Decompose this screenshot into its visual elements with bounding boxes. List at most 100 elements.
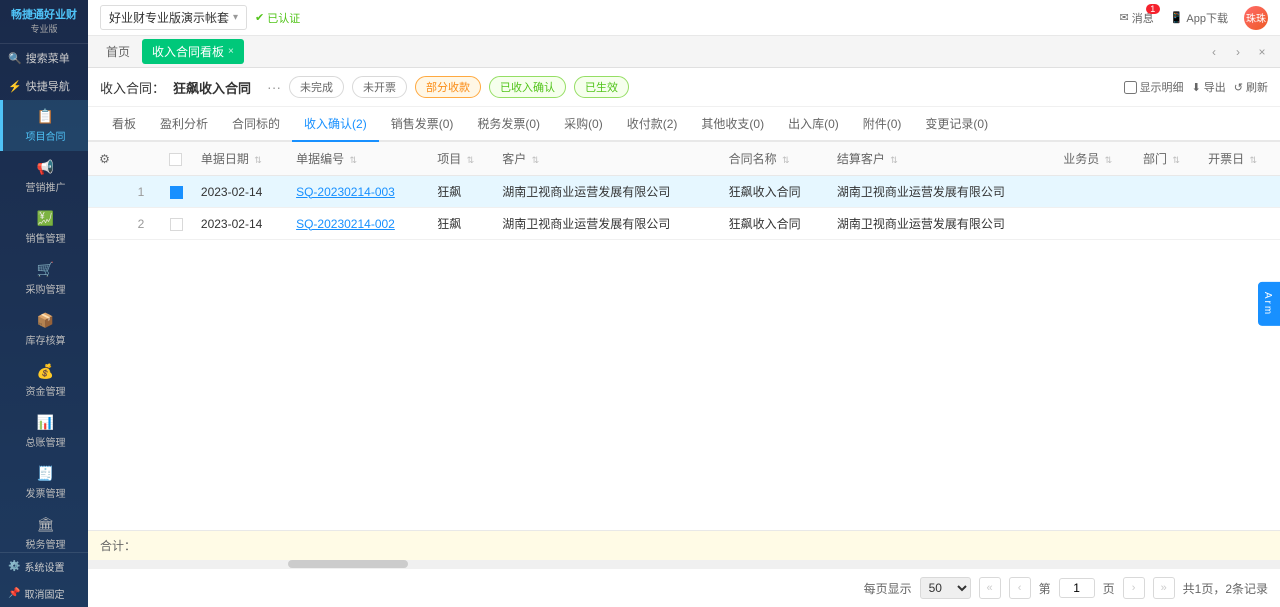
tab-warehouse[interactable]: 出入库(0) [776,107,851,142]
sidebar-item-general[interactable]: 📊 总账管理 [0,406,88,457]
tab-profit[interactable]: 盈利分析 [148,107,220,142]
tab-purchase[interactable]: 采购(0) [552,107,615,142]
row-code-cell[interactable]: SQ-20230214-003 [288,176,429,208]
contract-title: 收入合同： [100,78,165,97]
col-bill-date-header[interactable]: 开票日 ⇅ [1200,142,1280,176]
row-checkbox[interactable] [170,186,183,199]
more-options-button[interactable]: ··· [267,79,281,95]
row-check-cell[interactable] [161,176,193,208]
col-end-customer-header[interactable]: 结算客户 ⇅ [829,142,1055,176]
close-tab-button[interactable]: × [228,46,234,57]
scrollbar-thumb[interactable] [288,560,408,568]
col-project-header[interactable]: 项目 ⇅ [429,142,494,176]
home-tab[interactable]: 首页 [96,39,140,64]
page-unit: 页 [1103,580,1115,597]
tab-close-button[interactable]: × [1252,42,1272,62]
main-area: 好业财专业版演示帐套 ▾ ✔ 已认证 ✉ 1 消息 📱 App下载 珠珠 [88,0,1280,607]
verified-badge: ✔ 已认证 [255,10,300,26]
per-page-select[interactable]: 50 100 200 [920,577,971,599]
sales-icon: 💹 [37,210,54,227]
horizontal-scrollbar[interactable] [88,560,1280,568]
status-partial-button[interactable]: 部分收款 [415,76,481,98]
user-menu[interactable]: 珠珠 [1244,6,1268,30]
status-effective-button[interactable]: 已生效 [574,76,629,98]
col-contract-header[interactable]: 合同名称 ⇅ [721,142,829,176]
sidebar-item-invoice[interactable]: 🧾 发票管理 [0,457,88,508]
col-salesperson-header[interactable]: 业务员 ⇅ [1055,142,1135,176]
page-number-input[interactable] [1059,578,1095,598]
message-button[interactable]: ✉ 1 消息 [1120,10,1154,26]
tab-sales-invoice[interactable]: 销售发票(0) [379,107,466,142]
row-settings-cell [88,208,121,240]
sidebar-item-settings[interactable]: ⚙️ 系统设置 [0,553,88,580]
row-project-cell: 狂飙 [429,208,494,240]
total-info: 共1页，2条记录 [1183,580,1268,597]
app-download-button[interactable]: 📱 App下载 [1170,10,1228,26]
tab-change-log[interactable]: 变更记录(0) [913,107,1000,142]
prev-page-button[interactable]: ‹ [1009,577,1031,599]
avatar: 珠珠 [1244,6,1268,30]
export-button[interactable]: ⬇ 导出 [1192,79,1226,95]
row-code-cell[interactable]: SQ-20230214-002 [288,208,429,240]
search-menu-item[interactable]: 🔍 搜索菜单 [0,44,88,72]
topbar-left: 好业财专业版演示帐套 ▾ ✔ 已认证 [100,5,300,30]
sidebar-item-purchase[interactable]: 🛒 采购管理 [0,253,88,304]
arm-button[interactable]: Arm [1258,281,1280,325]
sidebar-item-tax[interactable]: 🏛 税务管理 [0,508,88,552]
tab-tax-invoice[interactable]: 税务发票(0) [465,107,552,142]
contract-name: 狂飙收入合同 [173,78,251,97]
sidebar-item-funds[interactable]: 💰 资金管理 [0,355,88,406]
col-date-header[interactable]: 单据日期 ⇅ [193,142,288,176]
status-not-invoiced-button[interactable]: 未开票 [352,76,407,98]
col-customer-header[interactable]: 客户 ⇅ [494,142,720,176]
row-department-cell [1135,208,1200,240]
sidebar-item-project[interactable]: 📋 项目合同 [0,100,88,151]
salesperson-sort-icon: ⇅ [1105,155,1113,165]
next-page-button[interactable]: › [1123,577,1145,599]
row-checkbox[interactable] [170,218,183,231]
department-sort-icon: ⇅ [1172,155,1180,165]
purchase-icon: 🛒 [37,261,54,278]
row-bill-date-cell [1200,176,1280,208]
table-row[interactable]: 2 2023-02-14 SQ-20230214-002 狂飙 湖南卫视商业运营… [88,208,1280,240]
company-selector[interactable]: 好业财专业版演示帐套 ▾ [100,5,247,30]
tab-attachment[interactable]: 附件(0) [851,107,914,142]
tab-standard[interactable]: 合同标的 [220,107,292,142]
sidebar-item-marketing[interactable]: 📢 营销推广 [0,151,88,202]
sidebar-item-cancel-fix[interactable]: 📌 取消固定 [0,580,88,607]
settings-icon[interactable]: ⚙ [99,152,110,166]
sidebar-item-sales[interactable]: 💹 销售管理 [0,202,88,253]
col-check-header[interactable] [161,142,193,176]
tab-prev-button[interactable]: ‹ [1204,42,1224,62]
refresh-button[interactable]: ↺ 刷新 [1234,79,1268,95]
sidebar-item-inventory[interactable]: 📦 库存核算 [0,304,88,355]
show-detail-checkbox[interactable] [1124,81,1137,94]
status-incomplete-button[interactable]: 未完成 [289,76,344,98]
col-department-header[interactable]: 部门 ⇅ [1135,142,1200,176]
content-area: 收入合同： 狂飙收入合同 ··· 未完成 未开票 部分收款 已收入确认 已生效 … [88,68,1280,607]
end-customer-sort-icon: ⇅ [890,155,898,165]
row-code-link[interactable]: SQ-20230214-003 [296,185,395,199]
status-confirmed-button[interactable]: 已收入确认 [489,76,566,98]
project-label: 项目 [437,152,461,166]
row-check-cell[interactable] [161,208,193,240]
topbar-right: ✉ 1 消息 📱 App下载 珠珠 [1120,6,1269,30]
first-page-button[interactable]: « [979,577,1001,599]
tab-kanban[interactable]: 看板 [100,107,148,142]
col-code-header[interactable]: 单据编号 ⇅ [288,142,429,176]
subtabs: 看板 盈利分析 合同标的 收入确认(2) 销售发票(0) 税务发票(0) 采购(… [88,107,1280,142]
row-code-link[interactable]: SQ-20230214-002 [296,217,395,231]
active-tab[interactable]: 收入合同看板 × [142,39,244,64]
table-row[interactable]: 1 2023-02-14 SQ-20230214-003 狂飙 湖南卫视商业运营… [88,176,1280,208]
select-all-checkbox[interactable] [169,153,182,166]
tab-income-confirm[interactable]: 收入确认(2) [292,107,379,142]
quick-nav-item[interactable]: ⚡ 快捷导航 [0,72,88,100]
tab-next-button[interactable]: › [1228,42,1248,62]
tab-other-income[interactable]: 其他收支(0) [689,107,776,142]
funds-icon: 💰 [37,363,54,380]
last-page-button[interactable]: » [1153,577,1175,599]
contract-actions: 显示明细 ⬇ 导出 ↺ 刷新 [1124,79,1268,95]
row-project-cell: 狂飙 [429,176,494,208]
col-settings-header[interactable]: ⚙ [88,142,121,176]
tab-payment[interactable]: 收付款(2) [615,107,690,142]
